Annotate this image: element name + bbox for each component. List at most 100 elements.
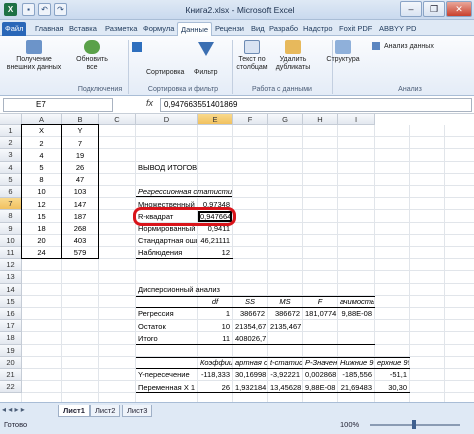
undo-icon[interactable]: ↶: [38, 3, 51, 16]
redo-icon[interactable]: ↷: [54, 3, 67, 16]
tab-data[interactable]: Данные: [177, 22, 213, 36]
y-value-cell[interactable]: 103: [62, 186, 98, 197]
tab-abbyy[interactable]: ABBYY PD: [376, 22, 419, 36]
y-value-cell[interactable]: 147: [62, 199, 98, 210]
filter-button[interactable]: Фильтр: [194, 69, 218, 77]
row-header[interactable]: 13: [0, 271, 22, 284]
coef-value[interactable]: 30,16998: [233, 369, 267, 380]
row-header[interactable]: 15: [0, 295, 22, 308]
coef-header[interactable]: артная ош: [233, 357, 267, 368]
coef-value[interactable]: 30,30: [375, 382, 409, 393]
anova-header[interactable]: df: [198, 296, 232, 307]
remove-duplicates-button[interactable]: Удалить дубликаты: [268, 40, 318, 72]
minimize-button[interactable]: –: [400, 1, 422, 17]
sort-button[interactable]: Сортировка: [146, 69, 184, 77]
row-header[interactable]: 19: [0, 344, 22, 357]
zoom-slider-thumb[interactable]: [412, 420, 416, 429]
y-value-cell[interactable]: 403: [62, 235, 98, 246]
row-header[interactable]: 14: [0, 283, 22, 296]
x-value-cell[interactable]: 12: [22, 199, 61, 210]
anova-header[interactable]: MS: [268, 296, 302, 307]
coef-value[interactable]: 21,69483: [338, 382, 374, 393]
anova-title[interactable]: Дисперсионный анализ: [136, 284, 232, 295]
row-header[interactable]: 21: [0, 369, 22, 382]
row-header[interactable]: 20: [0, 356, 22, 369]
coef-header[interactable]: Коэффициент: [198, 357, 232, 368]
coef-header[interactable]: ерхние 95%: [375, 357, 409, 368]
row-header[interactable]: 4: [0, 161, 22, 174]
y-value-cell[interactable]: 579: [62, 247, 98, 258]
coef-label[interactable]: Переменная X 1: [136, 382, 197, 393]
fx-icon[interactable]: fx: [146, 98, 153, 108]
sheet-tab-3[interactable]: Лист3: [122, 405, 153, 417]
anova-header[interactable]: ачимость F: [338, 296, 374, 307]
coef-value[interactable]: -51,1: [375, 369, 409, 380]
text-to-columns-button[interactable]: Текст по столбцам: [234, 40, 270, 72]
row-header[interactable]: 11: [0, 247, 22, 260]
anova-label[interactable]: Остаток: [136, 321, 197, 332]
anova-value[interactable]: 21354,67: [233, 321, 267, 332]
row-header[interactable]: 1: [0, 125, 22, 138]
coef-value[interactable]: -118,333: [198, 369, 232, 380]
column-header[interactable]: C: [99, 114, 136, 125]
row-header[interactable]: 18: [0, 332, 22, 345]
x-value-cell[interactable]: 4: [22, 150, 61, 161]
y-value-cell[interactable]: 26: [62, 162, 98, 173]
restore-button[interactable]: ❐: [423, 1, 445, 17]
coef-value[interactable]: 13,45628: [268, 382, 302, 393]
tab-file[interactable]: Файл: [2, 22, 27, 36]
x-value-cell[interactable]: 5: [22, 162, 61, 173]
stats-label[interactable]: Наблюдения: [136, 247, 197, 258]
stats-value[interactable]: 12: [198, 247, 232, 258]
sheet-tab-1[interactable]: Лист1: [58, 405, 90, 417]
table-header-x[interactable]: X: [22, 125, 61, 136]
row-header[interactable]: 10: [0, 234, 22, 247]
row-header[interactable]: 12: [0, 259, 22, 272]
tab-formulas[interactable]: Формула: [140, 22, 177, 36]
row-header[interactable]: 17: [0, 320, 22, 333]
x-value-cell[interactable]: 24: [22, 247, 61, 258]
coef-label[interactable]: Y-пересечение: [136, 369, 197, 380]
coef-value[interactable]: 1,932184: [233, 382, 267, 393]
row-header[interactable]: 8: [0, 210, 22, 223]
row-header[interactable]: 3: [0, 149, 22, 162]
y-value-cell[interactable]: 19: [62, 150, 98, 161]
coef-header[interactable]: t-статистик: [268, 357, 302, 368]
worksheet-grid[interactable]: A B C D E F G H I 1 2 3 4 5 6 7 8 9 10 11 12 13 14 15 16 17 18 19 20…: [0, 114, 474, 402]
coef-value[interactable]: -185,556: [338, 369, 374, 380]
column-header[interactable]: I: [338, 114, 375, 125]
formula-input[interactable]: 0,947663551401869: [160, 98, 472, 112]
x-value-cell[interactable]: 2: [22, 138, 61, 149]
anova-header[interactable]: SS: [233, 296, 267, 307]
select-all-corner[interactable]: [0, 114, 22, 125]
zoom-level[interactable]: 100%: [340, 420, 359, 429]
report-title[interactable]: ВЫВОД ИТОГОВ: [136, 162, 232, 173]
column-header[interactable]: E: [198, 114, 233, 125]
anova-header[interactable]: F: [303, 296, 337, 307]
anova-value[interactable]: 10: [198, 321, 232, 332]
outline-button[interactable]: Структура: [318, 40, 368, 64]
anova-value[interactable]: 2135,467: [268, 321, 302, 332]
tab-developer[interactable]: Разрабо: [266, 22, 301, 36]
coef-header[interactable]: Нижние 95%: [338, 357, 374, 368]
row-header[interactable]: 2: [0, 137, 22, 150]
refresh-all-button[interactable]: Обновить все: [74, 40, 110, 72]
get-external-data-button[interactable]: Получение внешних данных: [4, 40, 64, 72]
x-value-cell[interactable]: 15: [22, 211, 61, 222]
tab-review[interactable]: Рецензи: [212, 22, 247, 36]
anova-label[interactable]: Итого: [136, 333, 197, 344]
regression-stats-title[interactable]: Регрессионная статистика: [136, 186, 232, 198]
tab-layout[interactable]: Разметка: [102, 22, 140, 36]
name-box[interactable]: E7: [3, 98, 113, 112]
tab-view[interactable]: Вид: [248, 22, 268, 36]
anova-value[interactable]: 386672: [268, 308, 302, 319]
column-header[interactable]: H: [303, 114, 338, 125]
sort-az-icon[interactable]: [132, 42, 142, 52]
tab-foxit[interactable]: Foxit PDF: [336, 22, 375, 36]
anova-value[interactable]: 181,0774: [303, 308, 337, 319]
column-header[interactable]: B: [62, 114, 99, 125]
column-header[interactable]: A: [22, 114, 62, 125]
anova-value[interactable]: 11: [198, 333, 232, 344]
anova-value[interactable]: 386672: [233, 308, 267, 319]
y-value-cell[interactable]: 268: [62, 223, 98, 234]
